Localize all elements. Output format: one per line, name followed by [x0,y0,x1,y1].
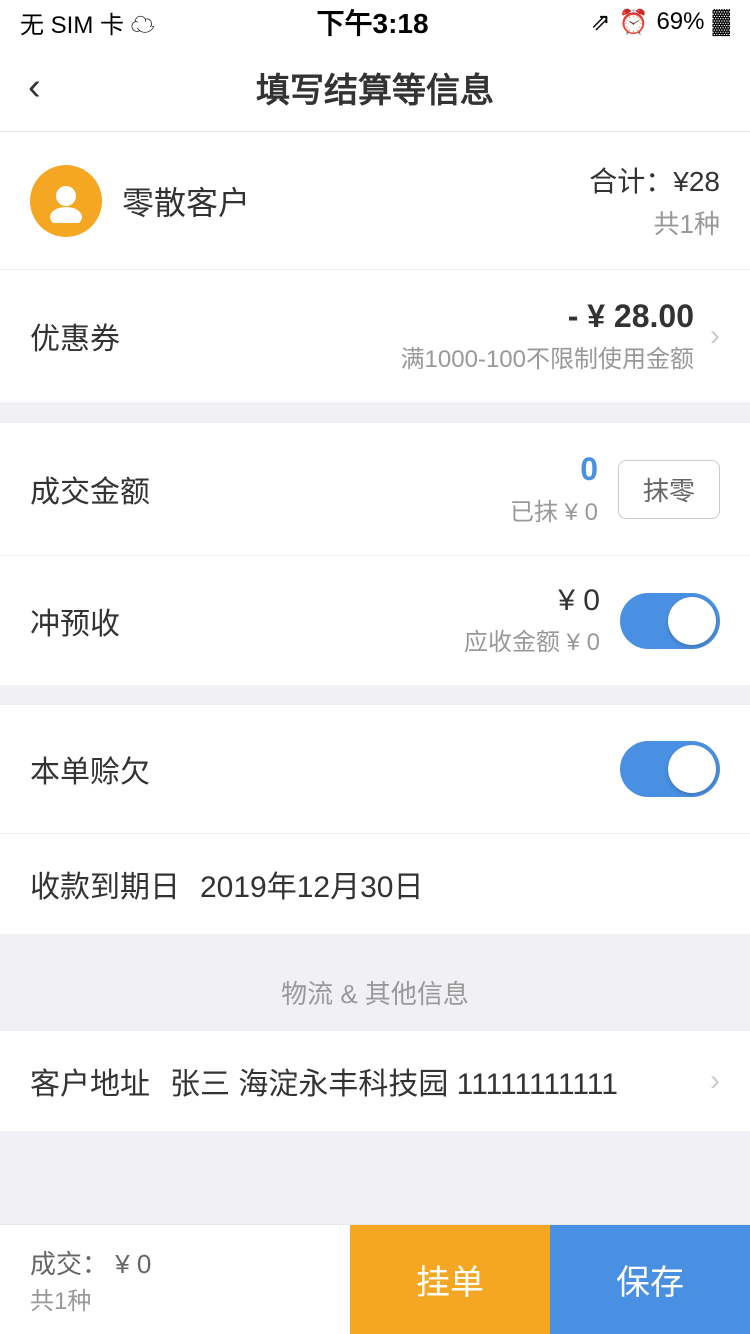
customer-total: 合计：¥28 共1种 [589,160,720,241]
bottom-deal-row: 成交： ¥ 0 [30,1244,320,1281]
debt-label: 本单赊欠 [30,747,150,791]
pre-receive-sub: 应收金额 ¥ 0 [464,622,600,657]
transaction-value: 0 [510,451,598,488]
coupon-amount: - ¥ 28.00 [401,298,694,335]
pre-receive-toggle[interactable] [620,593,720,649]
status-time: 下午3:18 [317,2,429,42]
coupon-desc: 满1000-100不限制使用金额 [401,339,694,374]
transaction-sub: 已抹 ¥ 0 [510,492,598,527]
debt-toggle-circle [668,745,716,793]
toggle-circle [668,597,716,645]
total-count: 共1种 [589,204,720,241]
customer-section: 零散客户 合计：¥28 共1种 优惠券 - ¥ 28.00 满1000-100不… [0,132,750,402]
debt-toggle[interactable] [620,741,720,797]
transaction-label: 成交金额 [30,467,150,511]
avatar-icon [44,179,88,223]
due-date-label: 收款到期日 [30,862,180,906]
transaction-col: 0 已抹 ¥ 0 [510,451,598,527]
debt-row: 本单赊欠 [0,705,750,833]
address-row[interactable]: 客户地址 张三 海淀永丰科技园 11111111111 › [0,1031,750,1131]
save-button[interactable]: 保存 [550,1225,750,1334]
pending-button[interactable]: 挂单 [350,1225,550,1334]
bottom-deal-amount: ¥ 0 [115,1249,151,1279]
transaction-row: 成交金额 0 已抹 ¥ 0 抹零 [0,422,750,555]
customer-row: 零散客户 合计：¥28 共1种 [0,132,750,269]
page-title: 填写结算等信息 [256,63,494,112]
address-label: 客户地址 [30,1059,150,1103]
bottom-info: 成交： ¥ 0 共1种 [0,1244,350,1316]
coupon-row[interactable]: 优惠券 - ¥ 28.00 满1000-100不限制使用金额 › [0,269,750,402]
due-date-value: 2019年12月30日 [200,862,423,906]
transaction-section: 成交金额 0 已抹 ¥ 0 抹零 冲预收 ¥ 0 应收金额 ¥ 0 [0,422,750,685]
bottom-bar: 成交： ¥ 0 共1种 挂单 保存 [0,1224,750,1334]
logistics-label: 物流 & 其他信息 [281,979,469,1009]
status-right: ⇗ ⏰ 69% ▓ [590,8,730,37]
battery-label: 69% [656,8,704,36]
status-left: 无 SIM 卡 ☁ [20,5,155,40]
logistics-divider: 物流 & 其他信息 [0,954,750,1031]
total-amount: ¥28 [673,166,720,197]
pre-receive-amount: ¥ 0 [464,584,600,618]
round-zero-button[interactable]: 抹零 [618,460,720,519]
nav-bar: ‹ 填写结算等信息 [0,44,750,132]
status-bar: 无 SIM 卡 ☁ 下午3:18 ⇗ ⏰ 69% ▓ [0,0,750,44]
pre-receive-row: 冲预收 ¥ 0 应收金额 ¥ 0 [0,555,750,685]
address-chevron-icon: › [710,1064,720,1098]
coupon-right: - ¥ 28.00 满1000-100不限制使用金额 › [401,298,720,374]
pre-receive-col: ¥ 0 应收金额 ¥ 0 [464,584,600,657]
pre-receive-label: 冲预收 [30,599,120,643]
battery-icon: ▓ [712,8,730,36]
sim-label: 无 SIM 卡 ☁ [20,5,155,40]
customer-name: 零散客户 [122,178,250,224]
back-button[interactable]: ‹ [28,66,41,109]
address-value: 张三 海淀永丰科技园 11111111111 [170,1059,704,1103]
location-icon: ⇗ [590,8,610,37]
coupon-label: 优惠券 [30,314,120,358]
transaction-right: 0 已抹 ¥ 0 抹零 [510,451,720,527]
pre-receive-right: ¥ 0 应收金额 ¥ 0 [464,584,720,657]
address-section: 客户地址 张三 海淀永丰科技园 11111111111 › [0,1031,750,1131]
due-date-row: 收款到期日 2019年12月30日 [0,833,750,934]
customer-left: 零散客户 [30,165,250,237]
bottom-deal-label: 成交： [30,1249,108,1279]
avatar [30,165,102,237]
total-label: 合计： [589,166,673,197]
bottom-deal-count: 共1种 [30,1281,320,1316]
alarm-icon: ⏰ [619,8,649,37]
debt-section: 本单赊欠 收款到期日 2019年12月30日 [0,705,750,934]
chevron-right-icon: › [710,319,720,353]
